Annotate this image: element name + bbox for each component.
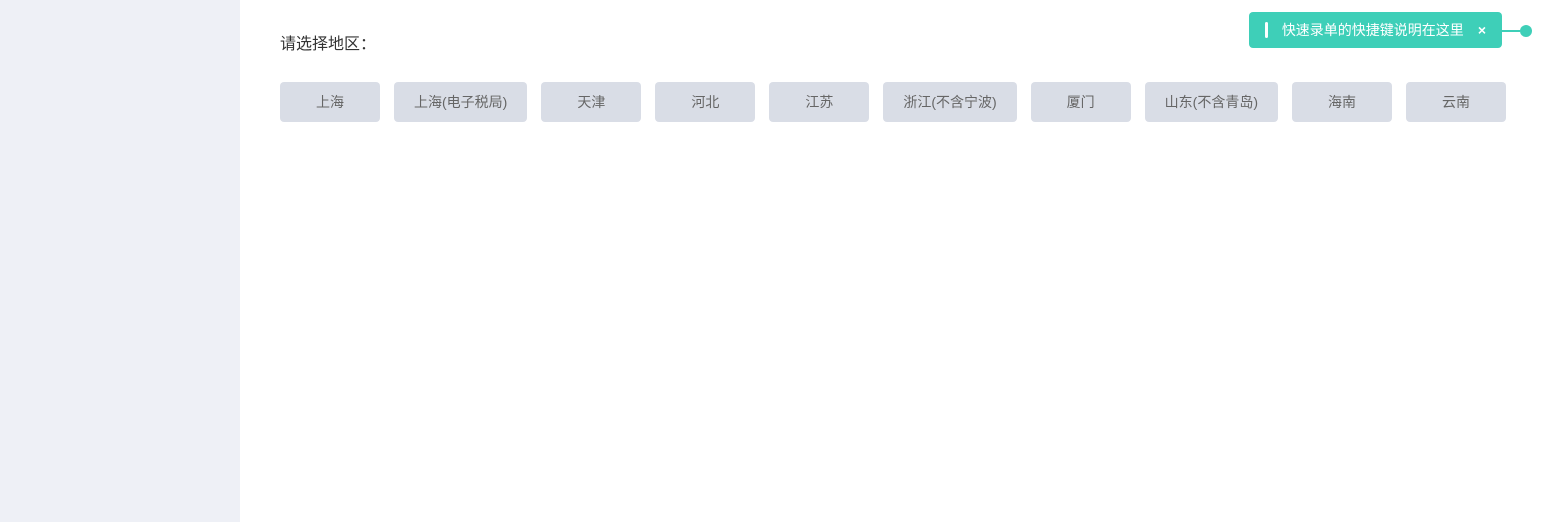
region-grid: 上海上海(电子税局) 天津河北江苏浙江(不含宁波) 厦门山东(不含青岛) 海南云南 — [280, 82, 1522, 122]
region-button-shandong[interactable]: 山东(不含青岛) — [1145, 82, 1278, 122]
region-button-tianjin[interactable]: 天津 — [541, 82, 641, 122]
region-button-zhejiang[interactable]: 浙江(不含宁波) — [883, 82, 1016, 122]
region-button-hainan[interactable]: 海南 — [1292, 82, 1392, 122]
tooltip-text: 快速录单的快捷键说明在这里 — [1282, 20, 1464, 40]
tooltip-banner: 快速录单的快捷键说明在这里 × — [1249, 12, 1502, 48]
tooltip-line — [1500, 30, 1520, 32]
region-button-jiangsu[interactable]: 江苏 — [769, 82, 869, 122]
region-button-shanghai-etax[interactable]: 上海(电子税局) — [394, 82, 527, 122]
region-button-xiamen[interactable]: 厦门 — [1031, 82, 1131, 122]
tooltip-dot — [1520, 25, 1532, 37]
region-button-shanghai[interactable]: 上海 — [280, 82, 380, 122]
region-button-hebei[interactable]: 河北 — [655, 82, 755, 122]
region-button-yunnan[interactable]: 云南 — [1406, 82, 1506, 122]
tooltip-close-button[interactable]: × — [1478, 22, 1486, 38]
sidebar — [0, 0, 240, 522]
main-content: 请选择地区： 上海上海(电子税局)天津河北江苏浙江(不含宁波)厦门山东(不含青岛… — [240, 0, 1562, 522]
